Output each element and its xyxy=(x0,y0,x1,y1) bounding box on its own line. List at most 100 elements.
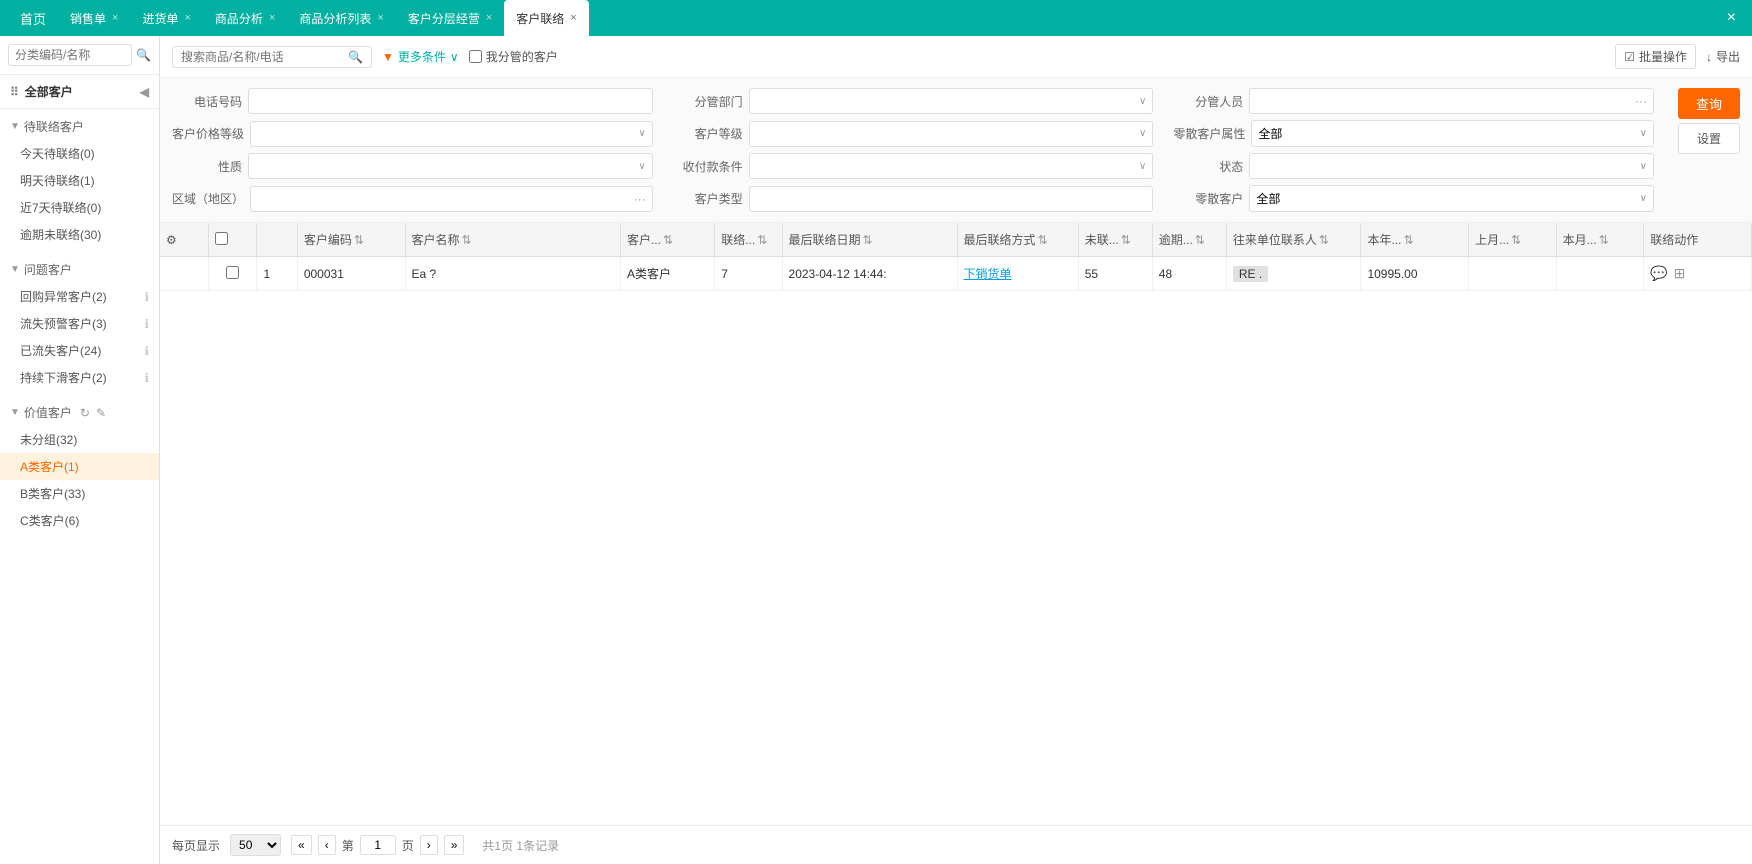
export-button[interactable]: ↓ 导出 xyxy=(1706,48,1740,65)
payment-select[interactable]: ∨ xyxy=(749,153,1154,179)
nature-select[interactable]: ∨ xyxy=(248,153,653,179)
th-unit-contact[interactable]: 往来单位联系人⇅ xyxy=(1226,223,1361,257)
sidebar-search-input[interactable] xyxy=(8,44,132,66)
sidebar-item-classA[interactable]: A类客户(1) xyxy=(0,453,159,480)
next-page-button[interactable]: › xyxy=(420,835,438,855)
th-this-month[interactable]: 本月...⇅ xyxy=(1556,223,1644,257)
nav-product-analysis[interactable]: 商品分析 × xyxy=(203,0,287,36)
sidebar-item-declining[interactable]: 持续下滑客户(2) ℹ xyxy=(0,364,159,391)
sidebar-item-7days[interactable]: 近7天待联络(0) xyxy=(0,194,159,221)
filter-search-box[interactable]: 🔍 xyxy=(172,46,372,68)
cell-this-month xyxy=(1556,257,1644,291)
customer-type-select[interactable] xyxy=(749,186,1154,212)
manager-input[interactable]: ··· xyxy=(1249,88,1654,114)
edit-icon[interactable]: ✎ xyxy=(96,406,106,420)
sort-icon7[interactable]: ⇅ xyxy=(1121,233,1131,247)
sort-icon8[interactable]: ⇅ xyxy=(1195,233,1205,247)
sidebar-item-classC[interactable]: C类客户(6) xyxy=(0,507,159,534)
sidebar-item-today[interactable]: 今天待联络(0) xyxy=(0,140,159,167)
setting-button[interactable]: 设置 xyxy=(1678,123,1740,154)
sort-icon9[interactable]: ⇅ xyxy=(1319,233,1329,247)
cell-last-method[interactable]: 下销货单 xyxy=(957,257,1078,291)
th-type[interactable]: 客户...⇅ xyxy=(620,223,714,257)
sidebar-item-classB[interactable]: B类客户(33) xyxy=(0,480,159,507)
prev-page-button[interactable]: ‹ xyxy=(318,835,336,855)
sidebar-item-tomorrow[interactable]: 明天待联络(1) xyxy=(0,167,159,194)
comment-icon[interactable]: 💬 xyxy=(1650,265,1667,282)
nav-home[interactable]: 首页 xyxy=(8,0,58,36)
sidebar-item-abnormal[interactable]: 回购异常客户(2) ℹ xyxy=(0,283,159,310)
price-grade-select[interactable]: ∨ xyxy=(250,121,653,147)
last-method-link[interactable]: 下销货单 xyxy=(964,267,1012,281)
nav-customer-contact-close[interactable]: × xyxy=(570,12,576,24)
sidebar-search-icon[interactable]: 🔍 xyxy=(136,48,151,62)
dept-select[interactable]: ∨ xyxy=(749,88,1154,114)
sidebar-item-lost[interactable]: 已流失客户(24) ℹ xyxy=(0,337,159,364)
sidebar-section-pending-title[interactable]: ▼ 待联络客户 xyxy=(0,113,159,140)
th-checkbox[interactable] xyxy=(208,223,256,257)
nav-product-list-close[interactable]: × xyxy=(377,12,383,24)
th-not-contact[interactable]: 未联...⇅ xyxy=(1078,223,1152,257)
sidebar-item-warning[interactable]: 流失预警客户(3) ℹ xyxy=(0,310,159,337)
sidebar-item-overdue[interactable]: 逾期未联络(30) xyxy=(0,221,159,248)
sort-icon10[interactable]: ⇅ xyxy=(1403,233,1413,247)
query-button[interactable]: 查询 xyxy=(1678,88,1740,119)
payment-field: 收付款条件 ∨ xyxy=(673,153,1154,179)
nav-customer-contact[interactable]: 客户联络 × xyxy=(504,0,588,36)
sort-icon5[interactable]: ⇅ xyxy=(863,233,873,247)
customer-grade-select[interactable]: ∨ xyxy=(749,121,1154,147)
sort-icon12[interactable]: ⇅ xyxy=(1599,233,1609,247)
th-contact[interactable]: 联络...⇅ xyxy=(715,223,782,257)
sidebar-section-value-title[interactable]: ▼ 价值客户 ↻ ✎ xyxy=(0,399,159,426)
page-size-select[interactable]: 50 100 200 xyxy=(230,834,281,856)
filter-icon: ▼ xyxy=(382,50,394,64)
nav-product-analysis-close[interactable]: × xyxy=(269,12,275,24)
region-input[interactable]: ··· xyxy=(250,186,653,212)
cell-checkbox[interactable] xyxy=(208,257,256,291)
first-page-button[interactable]: « xyxy=(291,835,312,855)
my-customers-check[interactable] xyxy=(469,50,482,63)
nav-sales[interactable]: 销售单 × xyxy=(58,0,130,36)
sort-icon2[interactable]: ⇅ xyxy=(462,233,472,247)
search-icon[interactable]: 🔍 xyxy=(348,50,363,64)
select-all-checkbox[interactable] xyxy=(215,232,228,245)
sort-icon3[interactable]: ⇅ xyxy=(663,233,673,247)
phone-input[interactable] xyxy=(248,88,653,114)
row-checkbox[interactable] xyxy=(226,266,239,279)
sidebar-section-problem-title[interactable]: ▼ 问题客户 xyxy=(0,256,159,283)
nav-purchase[interactable]: 进货单 × xyxy=(130,0,202,36)
filter-search-input[interactable] xyxy=(181,50,344,64)
sort-icon[interactable]: ⇅ xyxy=(354,233,364,247)
filter-more-btn[interactable]: ▼ 更多条件 ∨ xyxy=(382,48,459,65)
sidebar-collapse-icon[interactable]: ◀ xyxy=(140,85,149,99)
th-this-year[interactable]: 本年...⇅ xyxy=(1361,223,1469,257)
retail-attr-select[interactable]: 全部 ∨ xyxy=(1251,120,1654,147)
th-settings[interactable]: ⚙ xyxy=(160,223,208,257)
settings-icon[interactable]: ⚙ xyxy=(166,233,177,247)
close-all-button[interactable]: × xyxy=(1719,9,1744,27)
retail-customer-select[interactable]: 全部 ∨ xyxy=(1249,185,1654,212)
page-number-input[interactable] xyxy=(360,835,396,855)
sidebar-all-customers[interactable]: ⠿ 全部客户 ◀ xyxy=(0,75,159,109)
nav-customer-tier-close[interactable]: × xyxy=(486,12,492,24)
nav-product-list[interactable]: 商品分析列表 × xyxy=(287,0,395,36)
nav-sales-close[interactable]: × xyxy=(112,12,118,24)
th-last-month[interactable]: 上月...⇅ xyxy=(1469,223,1557,257)
th-last-method[interactable]: 最后联络方式⇅ xyxy=(957,223,1078,257)
th-last-date[interactable]: 最后联络日期⇅ xyxy=(782,223,957,257)
refresh-icon[interactable]: ↻ xyxy=(80,406,90,420)
th-code[interactable]: 客户编码⇅ xyxy=(297,223,405,257)
sort-icon11[interactable]: ⇅ xyxy=(1511,233,1521,247)
nav-purchase-close[interactable]: × xyxy=(184,12,190,24)
qr-icon[interactable]: ⊞ xyxy=(1674,265,1686,282)
my-customers-checkbox[interactable]: 我分管的客户 xyxy=(469,48,558,65)
last-page-button[interactable]: » xyxy=(444,835,465,855)
th-name[interactable]: 客户名称⇅ xyxy=(405,223,620,257)
sidebar-item-unclassified[interactable]: 未分组(32) xyxy=(0,426,159,453)
nav-customer-tier[interactable]: 客户分层经营 × xyxy=(396,0,504,36)
th-overdue[interactable]: 逾期...⇅ xyxy=(1152,223,1226,257)
sort-icon4[interactable]: ⇅ xyxy=(757,233,767,247)
sort-icon6[interactable]: ⇅ xyxy=(1038,233,1048,247)
batch-op-button[interactable]: ☑ 批量操作 xyxy=(1615,44,1696,69)
status-select[interactable]: ∨ xyxy=(1249,153,1654,179)
